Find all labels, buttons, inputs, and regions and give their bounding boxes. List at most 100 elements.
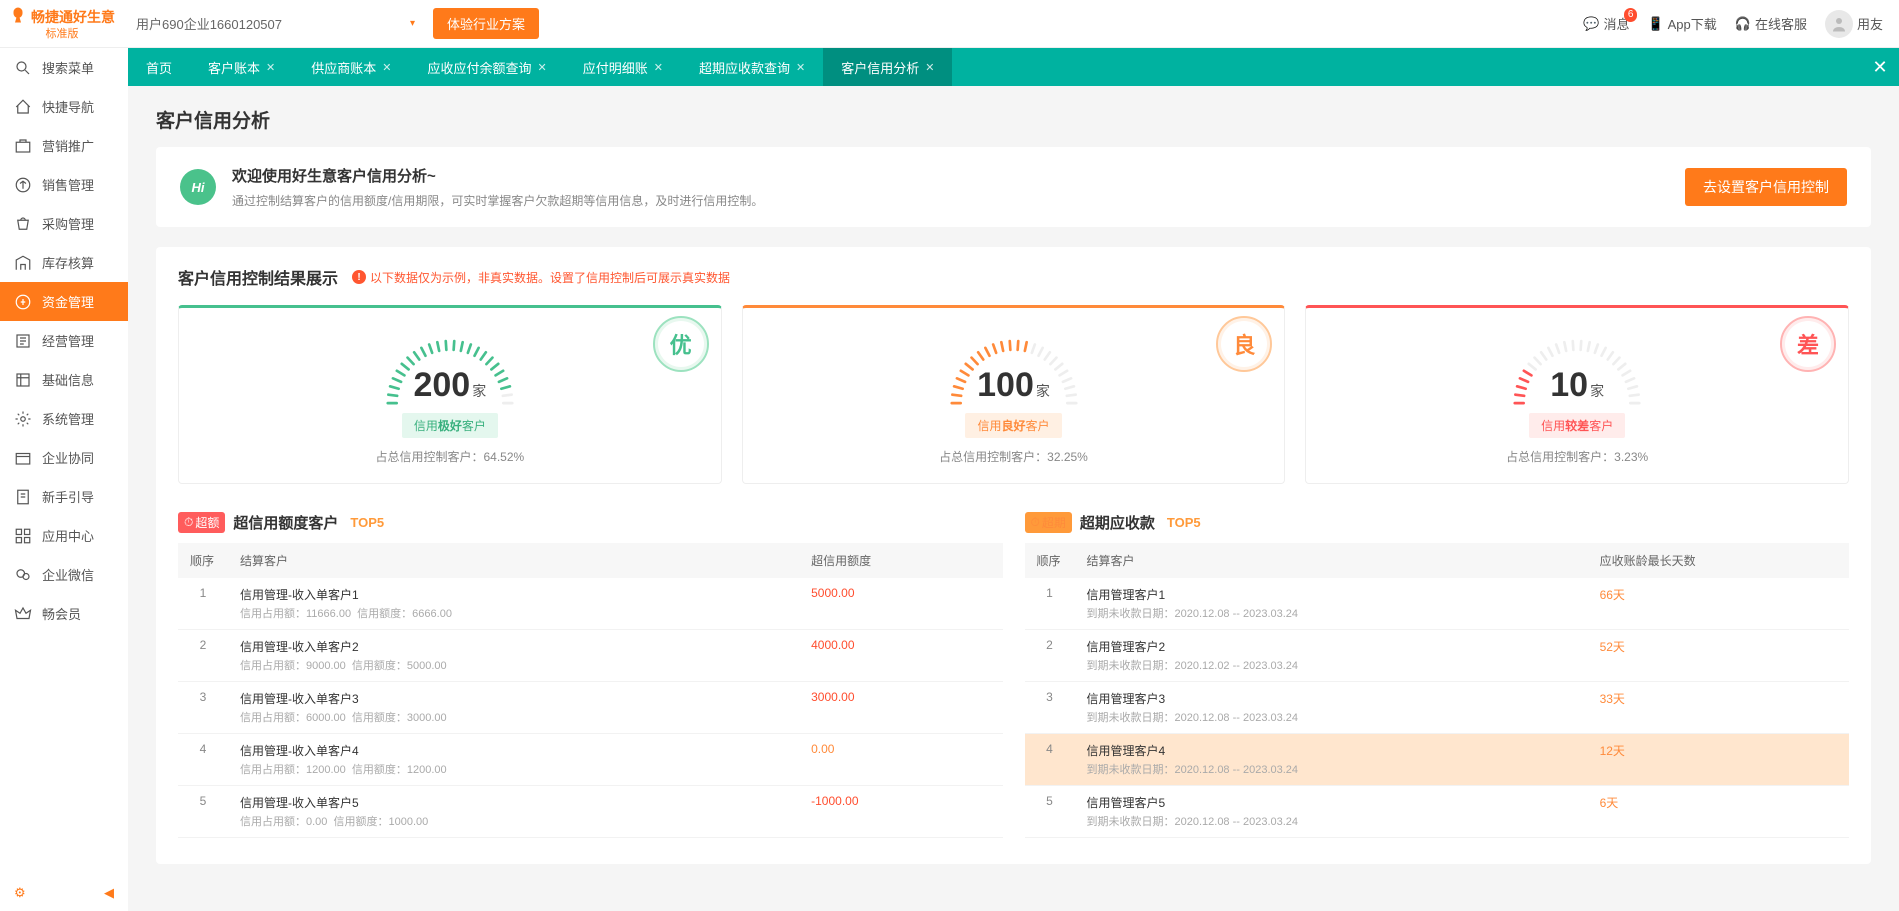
collapse-icon[interactable]: ◀ <box>104 885 114 901</box>
sidebar-item-system[interactable]: 系统管理 <box>0 399 128 438</box>
close-all-tabs[interactable]: ✕ <box>1861 48 1899 86</box>
system-icon <box>14 410 32 428</box>
topbar: 畅捷通好生意 标准版 用户690企业1660120507 ▾ 体验行业方案 💬 … <box>0 0 1899 48</box>
card-percent: 占总信用控制客户：3.23% <box>1324 448 1830 465</box>
card-tag: 信用良好客户 <box>965 413 1061 438</box>
try-industry-button[interactable]: 体验行业方案 <box>433 8 539 39</box>
sidebar-item-fund[interactable]: 资金管理 <box>0 282 128 321</box>
over-credit-title: 超信用额度客户 <box>233 512 338 533</box>
sidebar-item-appcenter[interactable]: 应用中心 <box>0 516 128 555</box>
table-row[interactable]: 3信用管理-收入单客户3信用占用额：6000.00 信用额度：3000.0030… <box>178 682 1003 734</box>
sample-warning: ! 以下数据仅为示例，非真实数据。设置了信用控制后可展示真实数据 <box>352 269 730 286</box>
table-row[interactable]: 4信用管理-收入单客户4信用占用额：1200.00 信用额度：1200.000.… <box>178 734 1003 786</box>
sidebar-item-label: 搜索菜单 <box>42 58 94 77</box>
table-row[interactable]: 5信用管理客户5到期未收款日期：2020.12.08 -- 2023.03.24… <box>1025 786 1850 838</box>
tab-超期应收款查询[interactable]: 超期应收款查询✕ <box>681 48 823 86</box>
sidebar-item-label: 销售管理 <box>42 175 94 194</box>
sidebar-item-marketing[interactable]: 营销推广 <box>0 126 128 165</box>
tab-应付明细账[interactable]: 应付明细账✕ <box>565 48 681 86</box>
avatar-icon <box>1825 10 1853 38</box>
card-tag: 信用较差客户 <box>1529 413 1625 438</box>
phone-icon: 📱 <box>1647 16 1663 32</box>
base-icon <box>14 371 32 389</box>
marketing-icon <box>14 137 32 155</box>
tab-首页[interactable]: 首页 <box>128 48 190 86</box>
tabbar: 首页客户账本✕供应商账本✕应收应付余额查询✕应付明细账✕超期应收款查询✕客户信用… <box>128 48 1899 86</box>
credit-card-good: 优200家信用极好客户占总信用控制客户：64.52% <box>178 305 722 484</box>
table-row[interactable]: 3信用管理客户3到期未收款日期：2020.12.08 -- 2023.03.24… <box>1025 682 1850 734</box>
close-icon[interactable]: ✕ <box>538 61 547 74</box>
sidebar-item-stock[interactable]: 库存核算 <box>0 243 128 282</box>
online-service-button[interactable]: 🎧 在线客服 <box>1735 14 1807 33</box>
sidebar-item-sales[interactable]: 销售管理 <box>0 165 128 204</box>
close-icon[interactable]: ✕ <box>925 61 934 74</box>
tab-应收应付余额查询[interactable]: 应收应付余额查询✕ <box>409 48 564 86</box>
sidebar-item-purchase[interactable]: 采购管理 <box>0 204 128 243</box>
table-row[interactable]: 2信用管理客户2到期未收款日期：2020.12.02 -- 2023.03.24… <box>1025 630 1850 682</box>
settings-icon[interactable]: ⚙ <box>14 885 26 901</box>
close-icon[interactable]: ✕ <box>796 61 805 74</box>
sidebar-item-quick[interactable]: 快捷导航 <box>0 87 128 126</box>
fund-icon <box>14 293 32 311</box>
app-download-button[interactable]: 📱 App下载 <box>1647 14 1716 33</box>
messages-button[interactable]: 💬 消息 6 <box>1583 14 1629 33</box>
close-icon[interactable]: ✕ <box>382 61 391 74</box>
sidebar-item-label: 资金管理 <box>42 292 94 311</box>
warning-icon: ! <box>352 270 366 284</box>
go-setup-button[interactable]: 去设置客户信用控制 <box>1685 168 1847 206</box>
message-badge: 6 <box>1624 8 1638 22</box>
sidebar-item-wechat[interactable]: 企业微信 <box>0 555 128 594</box>
tenant-select[interactable]: 用户690企业1660120507 ▾ <box>136 14 415 33</box>
search-icon <box>14 59 32 77</box>
credit-card-mid: 良100家信用良好客户占总信用控制客户：32.25% <box>742 305 1286 484</box>
purchase-icon <box>14 215 32 233</box>
logo-edition: 标准版 <box>46 25 79 41</box>
chevron-down-icon: ▾ <box>410 18 415 29</box>
guide-icon <box>14 488 32 506</box>
sidebar-item-vip[interactable]: 畅会员 <box>0 594 128 633</box>
sidebar-item-coop[interactable]: 企业协同 <box>0 438 128 477</box>
table-row[interactable]: 1信用管理客户1到期未收款日期：2020.12.08 -- 2023.03.24… <box>1025 578 1850 630</box>
stamp-icon: 优 <box>653 316 709 372</box>
coop-icon <box>14 449 32 467</box>
table-row[interactable]: 1信用管理-收入单客户1信用占用额：11666.00 信用额度：6666.005… <box>178 578 1003 630</box>
card-percent: 占总信用控制客户：32.25% <box>761 448 1267 465</box>
overdue-section: ⏱超期 超期应收款 TOP5 顺序 结算客户 应收账龄最长天数 1信用管理客户1… <box>1025 512 1850 838</box>
table-row[interactable]: 4信用管理客户4到期未收款日期：2020.12.08 -- 2023.03.24… <box>1025 734 1850 786</box>
top-actions: 💬 消息 6 📱 App下载 🎧 在线客服 用友 <box>1583 10 1883 38</box>
overdue-title: 超期应收款 <box>1080 512 1155 533</box>
sidebar-item-label: 系统管理 <box>42 409 94 428</box>
sidebar-item-base[interactable]: 基础信息 <box>0 360 128 399</box>
hi-icon: Hi <box>180 169 216 205</box>
welcome-title: 欢迎使用好生意客户信用分析~ <box>232 165 763 186</box>
welcome-desc: 通过控制结算客户的信用额度/信用期限，可实时掌握客户欠款超期等信用信息，及时进行… <box>232 192 763 209</box>
table-row[interactable]: 5信用管理-收入单客户5信用占用额：0.00 信用额度：1000.00-1000… <box>178 786 1003 838</box>
tab-供应商账本[interactable]: 供应商账本✕ <box>293 48 409 86</box>
sidebar-item-label: 营销推广 <box>42 136 94 155</box>
close-icon[interactable]: ✕ <box>266 61 275 74</box>
dial-gauge <box>375 332 525 412</box>
tab-客户账本[interactable]: 客户账本✕ <box>190 48 293 86</box>
sidebar-item-search[interactable]: 搜索菜单 <box>0 48 128 87</box>
sidebar-item-label: 库存核算 <box>42 253 94 272</box>
close-icon[interactable]: ✕ <box>654 61 663 74</box>
over-credit-table: 顺序 结算客户 超信用额度 1信用管理-收入单客户1信用占用额：11666.00… <box>178 543 1003 838</box>
table-row[interactable]: 2信用管理-收入单客户2信用占用额：9000.00 信用额度：5000.0040… <box>178 630 1003 682</box>
user-menu[interactable]: 用友 <box>1825 10 1883 38</box>
credit-card-bad: 差10家信用较差客户占总信用控制客户：3.23% <box>1305 305 1849 484</box>
tab-客户信用分析[interactable]: 客户信用分析✕ <box>823 48 952 86</box>
sidebar-item-guide[interactable]: 新手引导 <box>0 477 128 516</box>
stock-icon <box>14 254 32 272</box>
sidebar: 搜索菜单快捷导航营销推广销售管理采购管理库存核算资金管理经营管理基础信息系统管理… <box>0 48 128 911</box>
top5-label: TOP5 <box>350 515 384 530</box>
quick-icon <box>14 98 32 116</box>
result-panel: 客户信用控制结果展示 ! 以下数据仅为示例，非真实数据。设置了信用控制后可展示真… <box>156 247 1871 864</box>
top5-label: TOP5 <box>1167 515 1201 530</box>
sidebar-item-operate[interactable]: 经营管理 <box>0 321 128 360</box>
logo: 畅捷通好生意 标准版 <box>6 6 118 41</box>
appcenter-icon <box>14 527 32 545</box>
sidebar-item-label: 企业协同 <box>42 448 94 467</box>
welcome-banner: Hi 欢迎使用好生意客户信用分析~ 通过控制结算客户的信用额度/信用期限，可实时… <box>156 147 1871 227</box>
dial-gauge <box>1502 332 1652 412</box>
sidebar-item-label: 采购管理 <box>42 214 94 233</box>
